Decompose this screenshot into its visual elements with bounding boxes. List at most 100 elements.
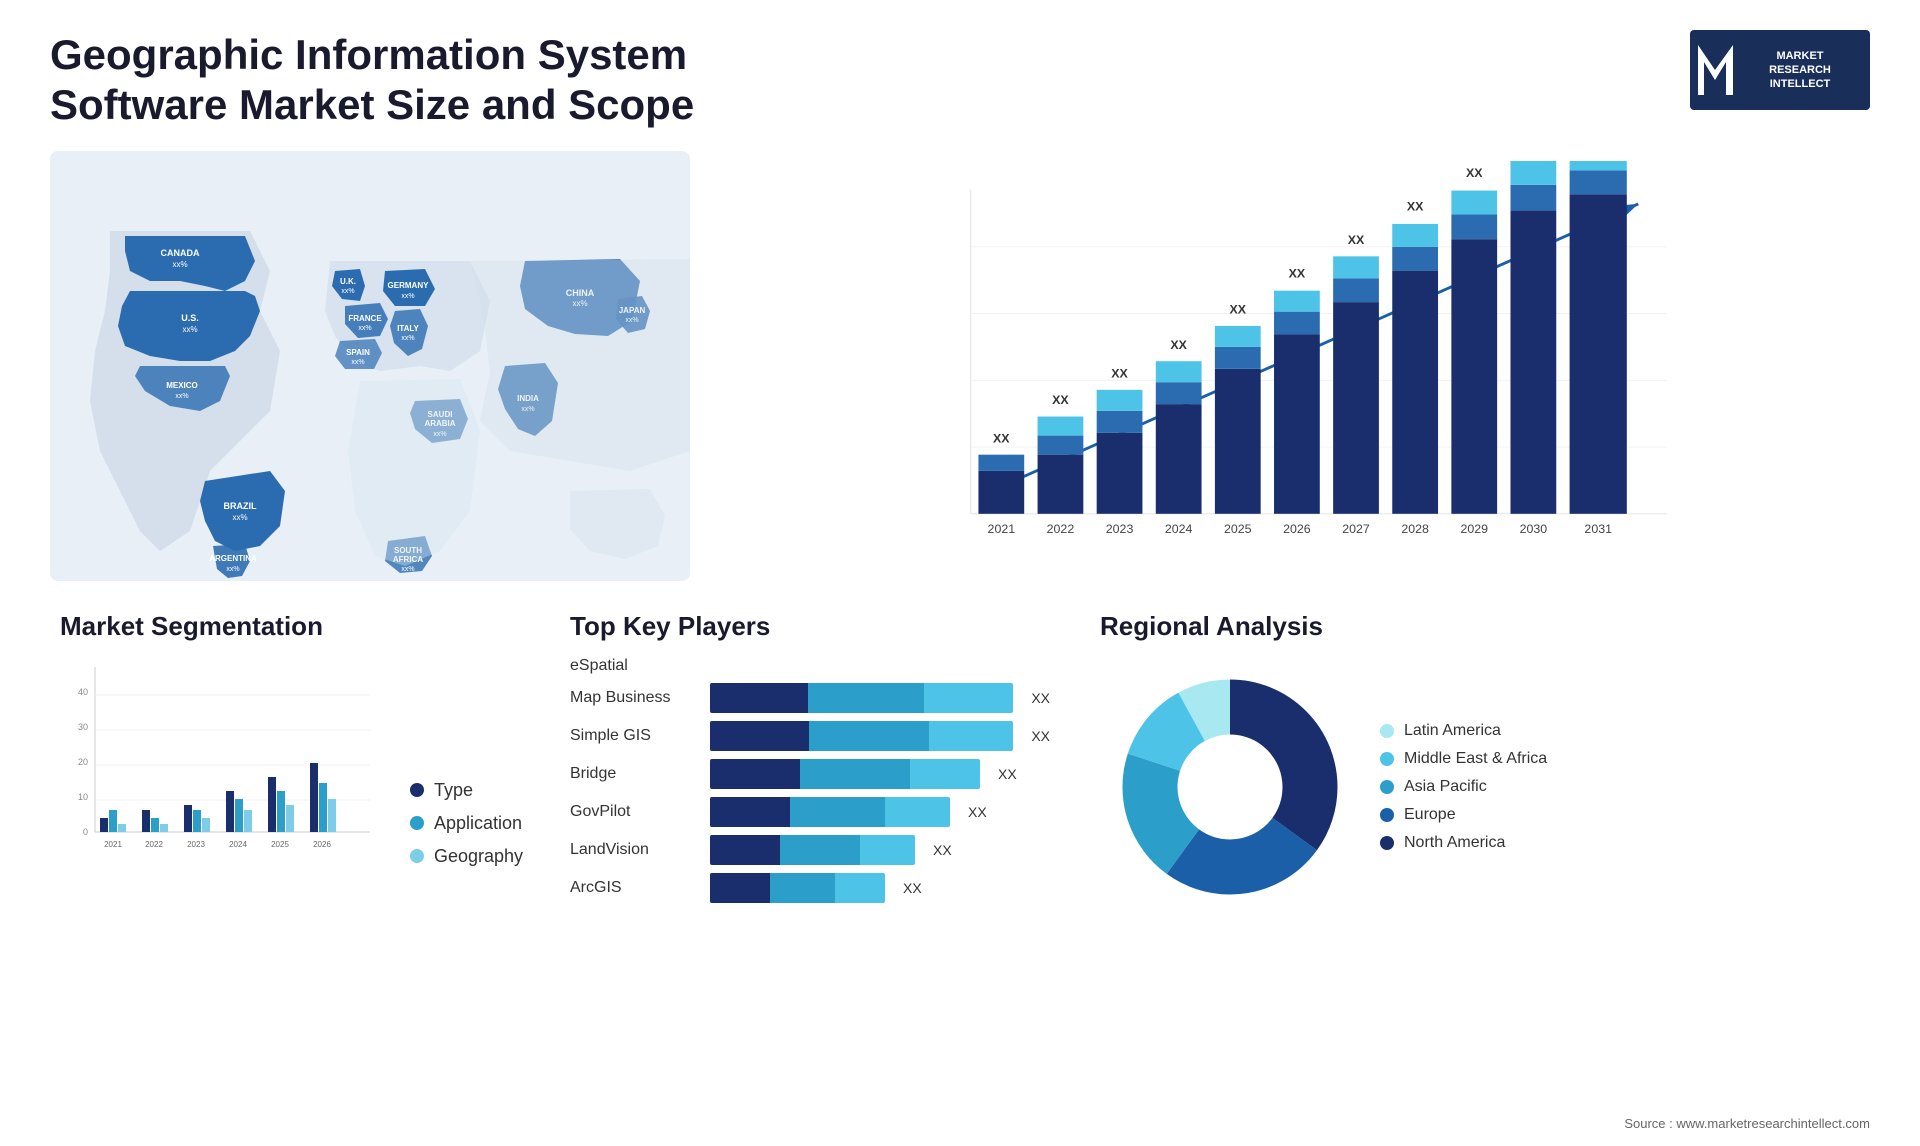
regional-content: Latin America Middle East & Africa Asia … <box>1100 657 1860 917</box>
player-name: Map Business <box>570 689 700 707</box>
svg-text:CANADA: CANADA <box>161 248 200 258</box>
svg-text:2022: 2022 <box>145 840 163 849</box>
player-label: XX <box>1031 728 1050 744</box>
chart-section: XX XX XX XX XX <box>720 151 1870 581</box>
legend-asia-pacific: Asia Pacific <box>1380 778 1547 796</box>
svg-text:0: 0 <box>83 827 88 837</box>
svg-text:xx%: xx% <box>175 393 188 400</box>
svg-text:SPAIN: SPAIN <box>346 348 370 357</box>
north-america-label: North America <box>1404 834 1505 852</box>
header: Geographic Information System Software M… <box>50 30 1870 131</box>
svg-text:2024: 2024 <box>229 840 247 849</box>
svg-text:XX: XX <box>1407 199 1424 213</box>
player-mapbusiness: Map Business XX <box>570 683 1050 713</box>
svg-text:xx%: xx% <box>351 359 364 366</box>
legend-middle-east-africa: Middle East & Africa <box>1380 750 1547 768</box>
player-label: XX <box>968 804 987 820</box>
world-map: CANADA xx% U.S. xx% MEXICO xx% BRAZIL xx… <box>50 151 690 581</box>
legend-type: Type <box>410 780 523 801</box>
player-label: XX <box>933 842 952 858</box>
page-title: Geographic Information System Software M… <box>50 30 750 131</box>
svg-text:xx%: xx% <box>358 325 371 332</box>
svg-text:2025: 2025 <box>1224 522 1252 536</box>
middle-east-africa-dot <box>1380 752 1394 766</box>
logo-box: MARKET RESEARCH INTELLECT <box>1690 30 1870 110</box>
europe-label: Europe <box>1404 806 1456 824</box>
logo-text: MARKET RESEARCH INTELLECT <box>1729 49 1831 92</box>
regional-legend: Latin America Middle East & Africa Asia … <box>1380 722 1547 852</box>
svg-text:xx%: xx% <box>341 288 354 295</box>
player-name: Simple GIS <box>570 727 700 745</box>
svg-text:2025: 2025 <box>271 840 289 849</box>
map-section: CANADA xx% U.S. xx% MEXICO xx% BRAZIL xx… <box>50 151 690 581</box>
player-espatial: eSpatial <box>570 657 1050 675</box>
legend-application: Application <box>410 813 523 834</box>
svg-text:2027: 2027 <box>1342 522 1370 536</box>
players-section: Top Key Players eSpatial Map Business XX… <box>560 601 1060 921</box>
svg-text:FRANCE: FRANCE <box>348 314 382 323</box>
svg-text:2026: 2026 <box>1283 522 1311 536</box>
svg-text:2030: 2030 <box>1520 522 1548 536</box>
svg-text:2022: 2022 <box>1047 522 1075 536</box>
legend-latin-america: Latin America <box>1380 722 1547 740</box>
svg-text:XX: XX <box>1289 266 1306 280</box>
svg-text:U.K.: U.K. <box>340 277 356 286</box>
svg-text:ITALY: ITALY <box>397 324 419 333</box>
legend-north-america: North America <box>1380 834 1547 852</box>
svg-text:XX: XX <box>1170 338 1187 352</box>
svg-text:20: 20 <box>78 757 88 767</box>
player-bridge: Bridge XX <box>570 759 1050 789</box>
segmentation-section: Market Segmentation 0 10 20 30 40 <box>50 601 530 921</box>
svg-text:40: 40 <box>78 687 88 697</box>
svg-text:XX: XX <box>1111 366 1128 380</box>
geography-dot <box>410 849 424 863</box>
svg-text:xx%: xx% <box>172 260 187 269</box>
legend-europe: Europe <box>1380 806 1547 824</box>
segmentation-title: Market Segmentation <box>60 611 520 642</box>
svg-text:xx%: xx% <box>226 566 239 573</box>
svg-text:XX: XX <box>1466 166 1483 180</box>
svg-text:xx%: xx% <box>182 325 197 334</box>
svg-text:xx%: xx% <box>401 335 414 342</box>
svg-text:U.S.: U.S. <box>181 313 199 323</box>
player-landvision: LandVision XX <box>570 835 1050 865</box>
geography-label: Geography <box>434 846 523 867</box>
north-america-dot <box>1380 836 1394 850</box>
player-arcgis: ArcGIS XX <box>570 873 1050 903</box>
svg-text:2031: 2031 <box>1584 522 1612 536</box>
application-dot <box>410 816 424 830</box>
logo-icon <box>1698 40 1733 100</box>
source-text: Source : www.marketresearchintellect.com <box>1624 1116 1870 1131</box>
donut-chart <box>1100 657 1360 917</box>
application-label: Application <box>434 813 522 834</box>
regional-section: Regional Analysis <box>1090 601 1870 921</box>
type-label: Type <box>434 780 473 801</box>
svg-text:10: 10 <box>78 792 88 802</box>
svg-text:2024: 2024 <box>1165 522 1193 536</box>
player-name: ArcGIS <box>570 879 700 897</box>
svg-text:2021: 2021 <box>988 522 1016 536</box>
svg-text:BRAZIL: BRAZIL <box>224 501 257 511</box>
svg-text:MEXICO: MEXICO <box>166 381 198 390</box>
legend-geography: Geography <box>410 846 523 867</box>
svg-text:GERMANY: GERMANY <box>388 281 430 290</box>
middle-east-africa-label: Middle East & Africa <box>1404 750 1547 768</box>
logo-container: MARKET RESEARCH INTELLECT <box>1690 30 1870 110</box>
svg-text:30: 30 <box>78 722 88 732</box>
svg-text:xx%: xx% <box>401 293 414 300</box>
svg-text:XX: XX <box>1348 233 1365 247</box>
svg-text:xx%: xx% <box>401 566 414 573</box>
player-name: Bridge <box>570 765 700 783</box>
svg-text:XX: XX <box>1230 302 1247 316</box>
type-dot <box>410 783 424 797</box>
player-label: XX <box>1031 690 1050 706</box>
svg-text:2021: 2021 <box>104 840 122 849</box>
player-name: eSpatial <box>570 657 700 675</box>
regional-title: Regional Analysis <box>1100 611 1860 642</box>
svg-text:2023: 2023 <box>1106 522 1134 536</box>
asia-pacific-label: Asia Pacific <box>1404 778 1487 796</box>
player-name: LandVision <box>570 841 700 859</box>
svg-text:XX: XX <box>993 431 1010 445</box>
segmentation-chart: 0 10 20 30 40 2021 <box>60 657 380 867</box>
svg-text:2028: 2028 <box>1401 522 1429 536</box>
